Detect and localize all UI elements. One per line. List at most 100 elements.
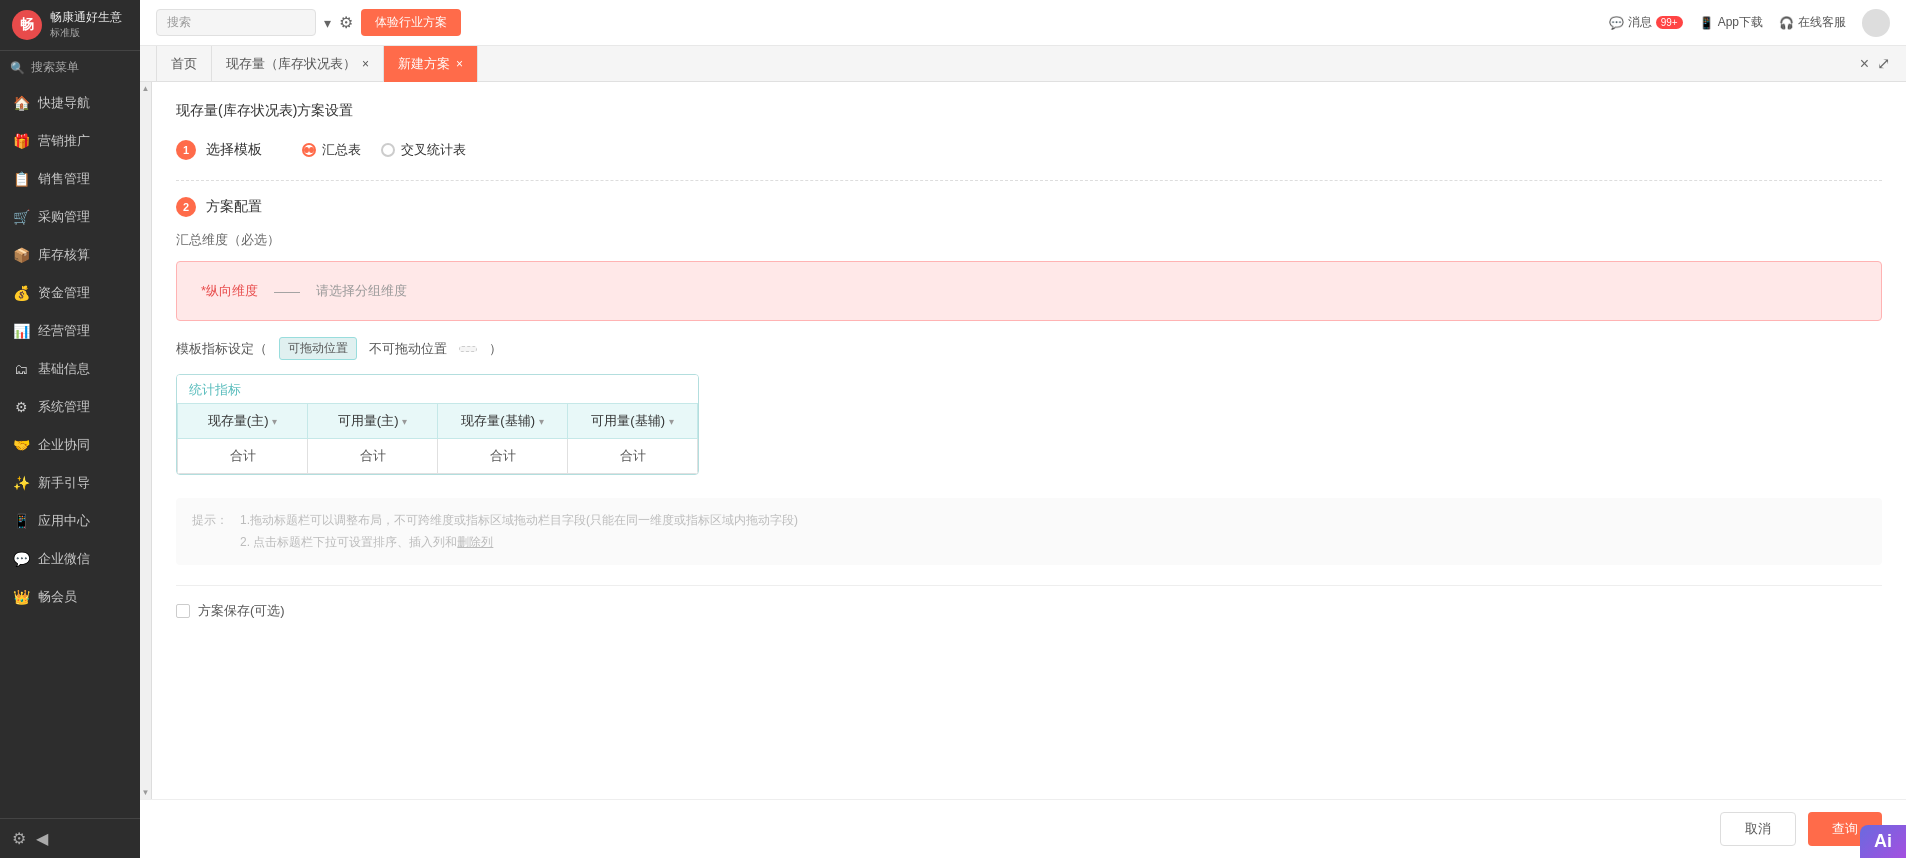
tips-section: 提示： 1.拖动标题栏可以调整布局，不可跨维度或指标区域拖动栏目字段(只能在同一… — [176, 498, 1882, 565]
sidebar-item-label: 基础信息 — [38, 360, 90, 378]
sidebar-item-label: 新手引导 — [38, 474, 90, 492]
tip-item-1: 提示： 1.拖动标题栏可以调整布局，不可跨维度或指标区域拖动栏目字段(只能在同一… — [192, 510, 1866, 532]
col-arrow-2[interactable]: ▾ — [402, 416, 407, 427]
cell-1: 合计 — [178, 439, 308, 474]
col-header-4[interactable]: 可用量(基辅) ▾ — [568, 404, 698, 439]
message-button[interactable]: 💬 消息 99+ — [1609, 14, 1683, 31]
scroll-down-button[interactable]: ▼ — [142, 788, 150, 797]
col-arrow-3[interactable]: ▾ — [539, 416, 544, 427]
crown-icon: 👑 — [12, 588, 30, 606]
sidebar-logo: 畅 畅康通好生意 标准版 — [0, 0, 140, 51]
folder-icon: 🗂 — [12, 360, 30, 378]
scroll-up-button[interactable]: ▲ — [142, 84, 150, 93]
sidebar-item-marketing[interactable]: 🎁 营销推广 — [0, 122, 140, 160]
sidebar-item-label: 库存核算 — [38, 246, 90, 264]
metrics-setting: 模板指标设定（ 可拖动位置 不可拖动位置 ） — [176, 337, 1882, 360]
sidebar-item-purchase[interactable]: 🛒 采购管理 — [0, 198, 140, 236]
table-row: 合计 合计 合计 合计 — [178, 439, 698, 474]
clipboard-icon: 📋 — [12, 170, 30, 188]
sidebar-item-inventory[interactable]: 📦 库存核算 — [0, 236, 140, 274]
sidebar-item-label: 营销推广 — [38, 132, 90, 150]
save-checkbox[interactable] — [176, 604, 190, 618]
message-label: 消息 — [1628, 14, 1652, 31]
stats-section-label: 统计指标 — [177, 375, 698, 403]
tab-close-action[interactable]: × — [1860, 54, 1869, 73]
app-download-label: App下载 — [1718, 14, 1763, 31]
handshake-icon: 🤝 — [12, 436, 30, 454]
topbar: 搜索 ▾ ⚙ 体验行业方案 💬 消息 99+ 📱 App下载 🎧 在线客服 — [140, 0, 1906, 46]
sidebar-item-app-center[interactable]: 📱 应用中心 — [0, 502, 140, 540]
stats-table: 现存量(主) ▾ 可用量(主) ▾ 现存量(基辅) — [177, 403, 698, 474]
sidebar-item-basic-info[interactable]: 🗂 基础信息 — [0, 350, 140, 388]
sidebar-search[interactable]: 🔍 搜索菜单 — [0, 51, 140, 84]
online-service-label: 在线客服 — [1798, 14, 1846, 31]
col-arrow-4[interactable]: ▾ — [669, 416, 674, 427]
sidebar-item-label: 应用中心 — [38, 512, 90, 530]
dimension-area[interactable]: *纵向维度 —— 请选择分组维度 — [176, 261, 1882, 321]
user-avatar[interactable] — [1862, 9, 1890, 37]
sidebar-item-finance[interactable]: 💰 资金管理 — [0, 274, 140, 312]
col-header-2[interactable]: 可用量(主) ▾ — [308, 404, 438, 439]
topbar-left: 搜索 ▾ ⚙ 体验行业方案 — [156, 9, 1597, 36]
sidebar-item-membership[interactable]: 👑 畅会员 — [0, 578, 140, 616]
metrics-close: ） — [489, 340, 502, 358]
topbar-gear-icon[interactable]: ⚙ — [339, 13, 353, 32]
sidebar-item-wechat[interactable]: 💬 企业微信 — [0, 540, 140, 578]
tab-home[interactable]: 首页 — [156, 46, 212, 82]
topbar-right: 💬 消息 99+ 📱 App下载 🎧 在线客服 — [1609, 9, 1890, 37]
col-header-1[interactable]: 现存量(主) ▾ — [178, 404, 308, 439]
template-radio-group: 汇总表 交叉统计表 — [302, 141, 466, 159]
cart-icon: 🛒 — [12, 208, 30, 226]
tab-new-plan[interactable]: 新建方案 × — [384, 46, 478, 82]
radio-cross-label: 交叉统计表 — [401, 141, 466, 159]
tab-inventory-status-close[interactable]: × — [362, 57, 369, 71]
section-config: 2 方案配置 汇总维度（必选） *纵向维度 —— 请选择分组维度 模板指标设定（… — [176, 197, 1882, 565]
topbar-dropdown-button[interactable]: ▾ — [324, 15, 331, 31]
col-header-3[interactable]: 现存量(基辅) ▾ — [438, 404, 568, 439]
app-download-button[interactable]: 📱 App下载 — [1699, 14, 1763, 31]
content-wrapper: ▲ ▼ 现存量(库存状况表)方案设置 1 选择模板 — [140, 82, 1906, 799]
settings-icon[interactable]: ⚙ — [12, 829, 26, 848]
sidebar-item-enterprise[interactable]: 🤝 企业协同 — [0, 426, 140, 464]
radio-summary[interactable]: 汇总表 — [302, 141, 361, 159]
tab-expand-action[interactable]: ⤢ — [1877, 54, 1890, 73]
section1-title: 选择模板 — [206, 141, 262, 159]
sidebar-item-quick-nav[interactable]: 🏠 快捷导航 — [0, 84, 140, 122]
topbar-cta-button[interactable]: 体验行业方案 — [361, 9, 461, 36]
home-icon: 🏠 — [12, 94, 30, 112]
vertical-dim-dash: —— — [274, 284, 300, 299]
ai-badge[interactable]: Ai — [1860, 825, 1906, 858]
online-service-button[interactable]: 🎧 在线客服 — [1779, 14, 1846, 31]
content-scroll: 现存量(库存状况表)方案设置 1 选择模板 汇总表 — [152, 82, 1906, 799]
tab-new-plan-label: 新建方案 — [398, 55, 450, 73]
radio-cross[interactable]: 交叉统计表 — [381, 141, 466, 159]
sidebar-item-sales[interactable]: 📋 销售管理 — [0, 160, 140, 198]
save-option: 方案保存(可选) — [176, 585, 1882, 620]
tip-item-2: 2. 点击标题栏下拉可设置排序、插入列和删除列 — [192, 532, 1866, 554]
radio-summary-circle — [302, 143, 316, 157]
sidebar-bottom: ⚙ ◀ — [0, 818, 140, 858]
box-icon: 📦 — [12, 246, 30, 264]
tab-new-plan-close[interactable]: × — [456, 57, 463, 71]
phone-icon: 📱 — [12, 512, 30, 530]
app-name: 畅康通好生意 — [50, 10, 122, 26]
delete-col-link[interactable]: 删除列 — [457, 535, 493, 549]
tab-inventory-status-label: 现存量（库存状况表） — [226, 55, 356, 73]
section-divider-1 — [176, 180, 1882, 181]
draggable-badge: 可拖动位置 — [279, 337, 357, 360]
sidebar-item-new-guide[interactable]: ✨ 新手引导 — [0, 464, 140, 502]
radio-summary-label: 汇总表 — [322, 141, 361, 159]
page-content: 现存量(库存状况表)方案设置 1 选择模板 汇总表 — [152, 82, 1906, 799]
sidebar-item-label: 企业微信 — [38, 550, 90, 568]
gift-icon: 🎁 — [12, 132, 30, 150]
sidebar-item-operations[interactable]: 📊 经营管理 — [0, 312, 140, 350]
sidebar-item-system[interactable]: ⚙ 系统管理 — [0, 388, 140, 426]
tab-inventory-status[interactable]: 现存量（库存状况表） × — [212, 46, 384, 82]
col-arrow-1[interactable]: ▾ — [272, 416, 277, 427]
tabs-bar: 首页 现存量（库存状况表） × 新建方案 × × ⤢ — [140, 46, 1906, 82]
sidebar-search-label: 搜索菜单 — [31, 59, 79, 76]
gear-icon: ⚙ — [12, 398, 30, 416]
cancel-button[interactable]: 取消 — [1720, 812, 1796, 846]
collapse-icon[interactable]: ◀ — [36, 829, 48, 848]
star-icon: ✨ — [12, 474, 30, 492]
